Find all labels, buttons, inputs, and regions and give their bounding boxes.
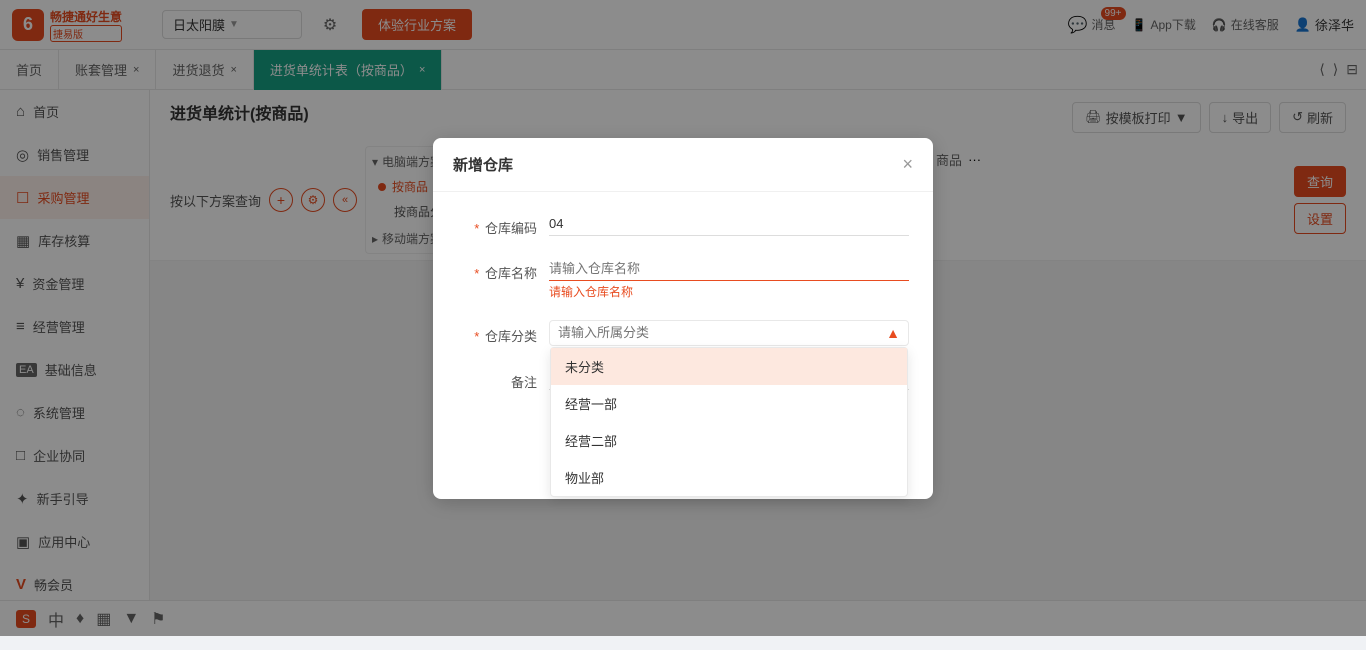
warehouse-name-input[interactable] — [549, 257, 909, 281]
form-row-name: * 仓库名称 请输入仓库名称 — [457, 257, 909, 300]
dialog-title: 新增仓库 — [453, 154, 513, 175]
required-mark: * — [474, 221, 479, 236]
category-input-field[interactable] — [558, 325, 886, 340]
name-input-wrap: 请输入仓库名称 — [549, 257, 909, 300]
dropdown-item-ops1[interactable]: 经营一部 — [551, 385, 907, 422]
new-warehouse-dialog: 新增仓库 × * 仓库编码 * 仓库名称 请输入仓库名称 — [433, 138, 933, 499]
category-label: * 仓库分类 — [457, 320, 537, 345]
category-selector[interactable]: ▲ 未分类 经营一部 经营二部 物业部 — [549, 320, 909, 346]
code-label: * 仓库编码 — [457, 212, 537, 237]
name-error-msg: 请输入仓库名称 — [549, 283, 909, 300]
name-label: * 仓库名称 — [457, 257, 537, 282]
dropdown-item-ops2[interactable]: 经营二部 — [551, 422, 907, 459]
dialog-header: 新增仓库 × — [433, 138, 933, 192]
category-dropdown: 未分类 经营一部 经营二部 物业部 — [550, 347, 908, 497]
dropdown-item-property[interactable]: 物业部 — [551, 459, 907, 496]
form-row-code: * 仓库编码 — [457, 212, 909, 237]
required-mark2: * — [474, 266, 479, 281]
dialog-overlay: 新增仓库 × * 仓库编码 * 仓库名称 请输入仓库名称 — [0, 0, 1366, 636]
category-arrow-icon: ▲ — [886, 325, 900, 341]
warehouse-code-input[interactable] — [549, 212, 909, 236]
required-mark3: * — [474, 329, 479, 344]
dialog-close-btn[interactable]: × — [902, 154, 913, 175]
dropdown-item-uncategorized[interactable]: 未分类 — [551, 348, 907, 385]
notes-label: 备注 — [457, 366, 537, 391]
dialog-body: * 仓库编码 * 仓库名称 请输入仓库名称 * — [433, 192, 933, 431]
form-row-category: * 仓库分类 ▲ 未分类 经营一部 经营二部 — [457, 320, 909, 346]
